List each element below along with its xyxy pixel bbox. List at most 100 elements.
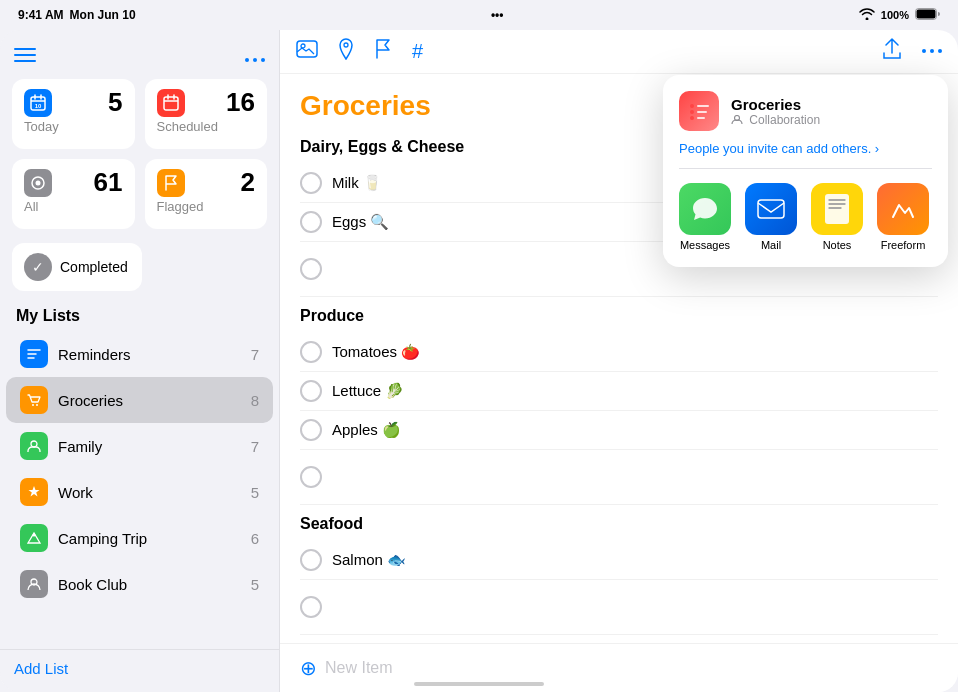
sidebar-more-button[interactable] <box>245 47 265 68</box>
all-card[interactable]: 61 All <box>12 159 135 229</box>
scheduled-card[interactable]: 16 Scheduled <box>145 79 268 149</box>
scheduled-icon <box>157 89 185 117</box>
wifi-icon <box>859 8 875 22</box>
svg-point-5 <box>245 58 249 62</box>
reminder-tomatoes: Tomatoes 🍅 <box>300 333 938 372</box>
dots-icon: ••• <box>491 8 504 22</box>
lettuce-text: Lettuce 🥬 <box>332 382 404 400</box>
time: 9:41 AM <box>18 8 64 22</box>
today-count: 5 <box>108 89 122 115</box>
sidebar-toggle-button[interactable] <box>14 46 36 69</box>
groceries-count: 8 <box>251 392 259 409</box>
mail-app-icon <box>745 183 797 235</box>
scheduled-count: 16 <box>226 89 255 115</box>
svg-point-26 <box>690 116 694 120</box>
svg-point-22 <box>930 49 934 53</box>
milk-checkbox[interactable] <box>300 172 322 194</box>
groceries-icon <box>20 386 48 414</box>
svg-rect-2 <box>14 48 36 50</box>
toolbar-left-icons: # <box>296 38 423 65</box>
list-item-work[interactable]: Work 5 <box>6 469 273 515</box>
list-item-bookclub[interactable]: Book Club 5 <box>6 561 273 607</box>
tomatoes-checkbox[interactable] <box>300 341 322 363</box>
battery: 100% <box>881 9 909 21</box>
completed-section: ✓ Completed <box>0 243 279 301</box>
today-card[interactable]: 10 5 Today <box>12 79 135 149</box>
groceries-label: Groceries <box>58 392 241 409</box>
sidebar-header <box>0 40 279 79</box>
new-item-label: New Item <box>325 659 393 677</box>
collab-list-icon <box>679 91 719 131</box>
completed-button[interactable]: ✓ Completed <box>12 243 142 291</box>
home-indicator <box>414 682 544 686</box>
main-content: # Groceries Dairy, Eggs & Cheese Milk 🥛 <box>280 30 958 692</box>
collab-subtitle: Collaboration <box>731 113 820 127</box>
salmon-checkbox[interactable] <box>300 549 322 571</box>
hashtag-toolbar-icon[interactable]: # <box>412 40 423 63</box>
svg-rect-3 <box>14 54 36 56</box>
collab-popup: Groceries Collaboration People you invit… <box>663 75 948 267</box>
dairy-empty-checkbox[interactable] <box>300 258 322 280</box>
list-item-family[interactable]: Family 7 <box>6 423 273 469</box>
more-toolbar-icon[interactable] <box>922 38 942 65</box>
svg-point-14 <box>36 404 38 406</box>
camping-label: Camping Trip <box>58 530 241 547</box>
list-item-groceries[interactable]: Groceries 8 <box>6 377 273 423</box>
bookclub-count: 5 <box>251 576 259 593</box>
list-items: Reminders 7 Groceries 8 Family 7 <box>0 331 279 649</box>
freeform-app-item[interactable]: Freeform <box>877 183 929 251</box>
location-toolbar-icon[interactable] <box>338 38 354 65</box>
apples-text: Apples 🍏 <box>332 421 401 439</box>
work-count: 5 <box>251 484 259 501</box>
all-label: All <box>24 199 123 214</box>
eggs-checkbox[interactable] <box>300 211 322 233</box>
collab-invite-text[interactable]: People you invite can add others. › <box>679 141 932 169</box>
messages-app-item[interactable]: Messages <box>679 183 731 251</box>
produce-empty-checkbox[interactable] <box>300 466 322 488</box>
flagged-card[interactable]: 2 Flagged <box>145 159 268 229</box>
my-lists-header: My Lists <box>0 301 279 331</box>
family-icon <box>20 432 48 460</box>
svg-rect-32 <box>825 194 849 224</box>
today-label: Today <box>24 119 123 134</box>
app-container: 10 5 Today 16 Scheduled <box>0 30 958 692</box>
sidebar: 10 5 Today 16 Scheduled <box>0 30 280 692</box>
image-toolbar-icon[interactable] <box>296 40 318 63</box>
freeform-app-label: Freeform <box>881 239 926 251</box>
new-item-row: ⊕ New Item <box>280 643 958 692</box>
svg-rect-10 <box>164 97 178 110</box>
list-item-reminders[interactable]: Reminders 7 <box>6 331 273 377</box>
notes-app-item[interactable]: Notes <box>811 183 863 251</box>
reminder-salmon: Salmon 🐟 <box>300 541 938 580</box>
bookclub-icon <box>20 570 48 598</box>
svg-text:10: 10 <box>35 103 42 109</box>
list-item-camping[interactable]: Camping Trip 6 <box>6 515 273 561</box>
status-bar-left: 9:41 AM Mon Jun 10 <box>18 8 136 22</box>
tomatoes-text: Tomatoes 🍅 <box>332 343 420 361</box>
milk-text: Milk 🥛 <box>332 174 382 192</box>
bookclub-label: Book Club <box>58 576 241 593</box>
lettuce-checkbox[interactable] <box>300 380 322 402</box>
all-icon <box>24 169 52 197</box>
work-icon <box>20 478 48 506</box>
flag-toolbar-icon[interactable] <box>374 39 392 64</box>
mail-app-label: Mail <box>761 239 781 251</box>
add-list-button[interactable]: Add List <box>14 660 68 677</box>
today-icon: 10 <box>24 89 52 117</box>
messages-app-icon <box>679 183 731 235</box>
eggs-text: Eggs 🔍 <box>332 213 389 231</box>
apples-checkbox[interactable] <box>300 419 322 441</box>
scheduled-label: Scheduled <box>157 119 256 134</box>
svg-rect-27 <box>697 105 709 107</box>
camping-count: 6 <box>251 530 259 547</box>
collab-apps: Messages Mail Notes <box>679 183 932 251</box>
svg-rect-28 <box>697 111 707 113</box>
family-label: Family <box>58 438 241 455</box>
svg-point-7 <box>261 58 265 62</box>
seafood-empty-checkbox[interactable] <box>300 596 322 618</box>
svg-point-15 <box>31 441 37 447</box>
mail-app-item[interactable]: Mail <box>745 183 797 251</box>
svg-rect-29 <box>697 117 705 119</box>
family-count: 7 <box>251 438 259 455</box>
share-toolbar-icon[interactable] <box>882 38 902 65</box>
